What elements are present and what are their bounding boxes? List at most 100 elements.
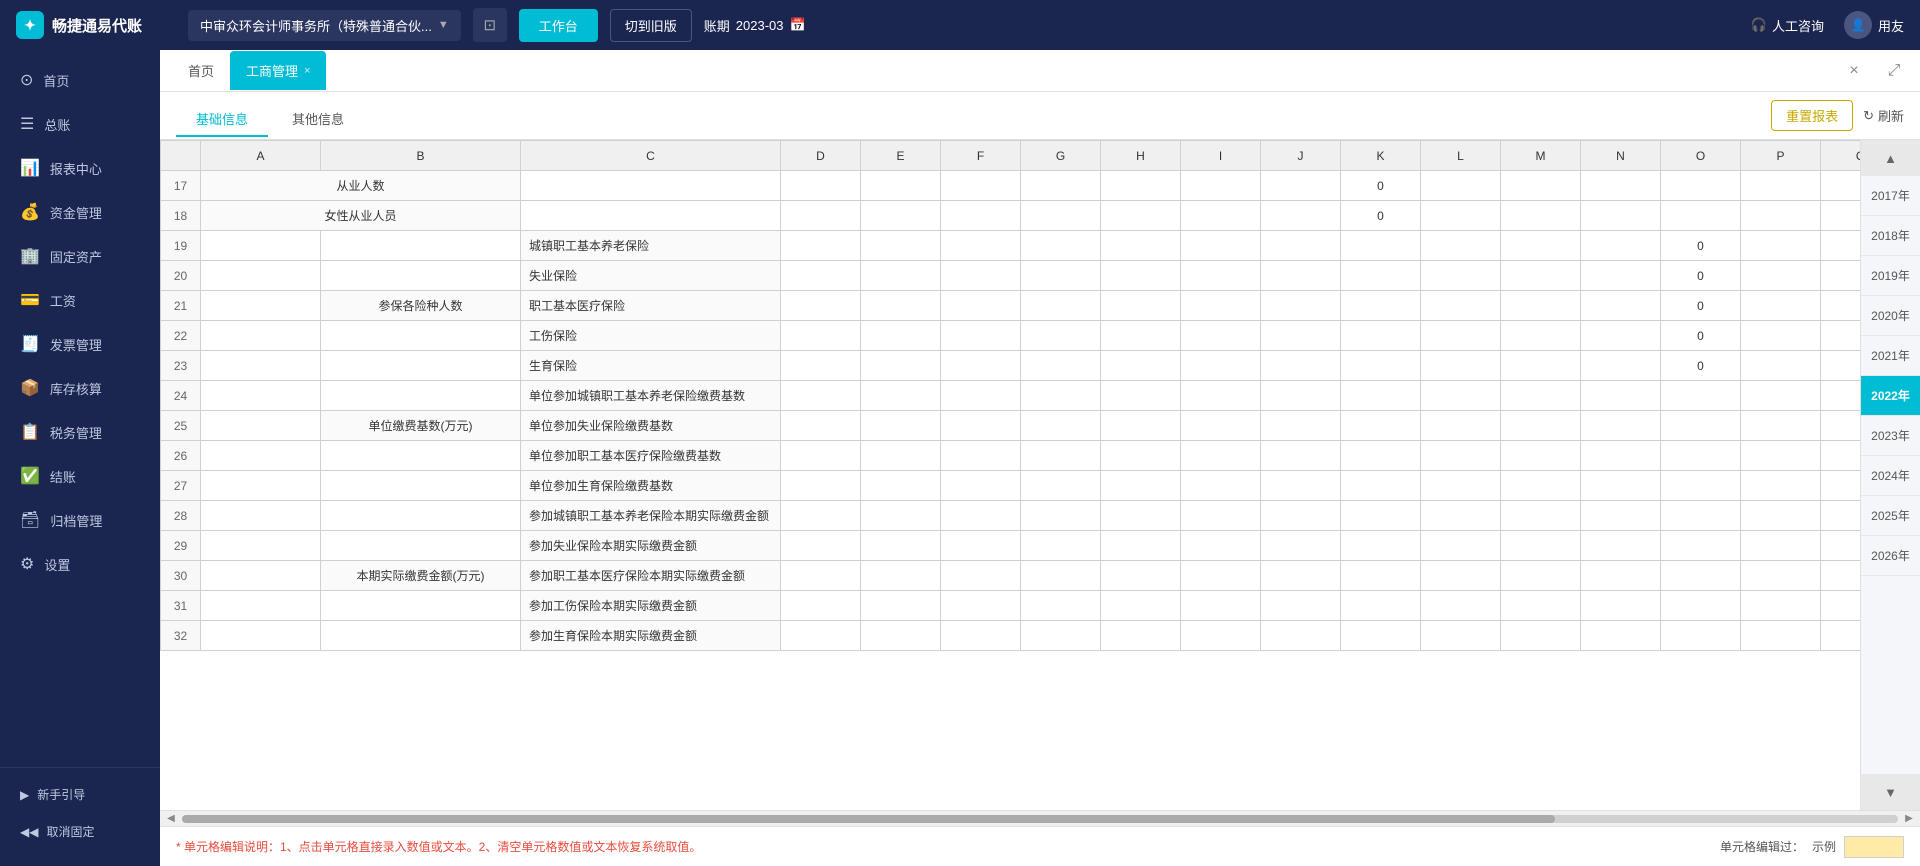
cell-24-m[interactable] (1501, 381, 1581, 411)
cell-21-c[interactable]: 职工基本医疗保险 (521, 291, 781, 321)
cell-18-d[interactable] (781, 201, 861, 231)
cell-28-i[interactable] (1181, 501, 1261, 531)
cell-27-d[interactable] (781, 471, 861, 501)
cell-31-m[interactable] (1501, 591, 1581, 621)
cell-18-m[interactable] (1501, 201, 1581, 231)
cell-17-h[interactable] (1101, 171, 1181, 201)
cell-28-d[interactable] (781, 501, 861, 531)
sidebar-item-settings[interactable]: ⚙ 设置 (0, 542, 160, 586)
cell-28-n[interactable] (1581, 501, 1661, 531)
cell-25-m[interactable] (1501, 411, 1581, 441)
cell-29-j[interactable] (1261, 531, 1341, 561)
cell-25-q[interactable] (1821, 411, 1861, 441)
cell-32-h[interactable] (1101, 621, 1181, 651)
cell-32-c[interactable]: 参加生育保险本期实际缴费金额 (521, 621, 781, 651)
cell-18-n[interactable] (1581, 201, 1661, 231)
inner-tab-other-info[interactable]: 其他信息 (272, 102, 364, 137)
cell-18-c[interactable] (521, 201, 781, 231)
year-panel-down[interactable]: ▼ (1861, 774, 1920, 810)
cell-30-i[interactable] (1181, 561, 1261, 591)
tab-commerce-close[interactable]: × (304, 65, 310, 77)
cell-19-c[interactable]: 城镇职工基本养老保险 (521, 231, 781, 261)
cell-25-d[interactable] (781, 411, 861, 441)
cell-29-a[interactable] (201, 531, 321, 561)
cell-18-h[interactable] (1101, 201, 1181, 231)
cell-30-k[interactable] (1341, 561, 1421, 591)
cell-25-n[interactable] (1581, 411, 1661, 441)
cell-19-d[interactable] (781, 231, 861, 261)
refresh-button[interactable]: ↻ 刷新 (1863, 106, 1904, 125)
cell-29-k[interactable] (1341, 531, 1421, 561)
cell-32-b[interactable] (321, 621, 521, 651)
workbench-button[interactable]: 工作台 (519, 9, 598, 42)
cell-21-q[interactable] (1821, 291, 1861, 321)
year-item-2021[interactable]: 2021年 (1861, 336, 1920, 376)
cell-28-j[interactable] (1261, 501, 1341, 531)
cell-24-f[interactable] (941, 381, 1021, 411)
cell-28-k[interactable] (1341, 501, 1421, 531)
cell-25-j[interactable] (1261, 411, 1341, 441)
cell-19-p[interactable] (1741, 231, 1821, 261)
cell-32-d[interactable] (781, 621, 861, 651)
cell-30-j[interactable] (1261, 561, 1341, 591)
cell-20-e[interactable] (861, 261, 941, 291)
cell-32-l[interactable] (1421, 621, 1501, 651)
cell-19-e[interactable] (861, 231, 941, 261)
cell-24-o[interactable] (1661, 381, 1741, 411)
cell-20-n[interactable] (1581, 261, 1661, 291)
cell-31-a[interactable] (201, 591, 321, 621)
cell-23-o[interactable]: 0 (1661, 351, 1741, 381)
cell-29-f[interactable] (941, 531, 1021, 561)
cell-20-j[interactable] (1261, 261, 1341, 291)
year-panel-up[interactable]: ▲ (1861, 140, 1920, 176)
cell-27-m[interactable] (1501, 471, 1581, 501)
cell-17-g[interactable] (1021, 171, 1101, 201)
cell-19-b[interactable] (321, 231, 521, 261)
cell-26-o[interactable] (1661, 441, 1741, 471)
cell-30-g[interactable] (1021, 561, 1101, 591)
cell-25-l[interactable] (1421, 411, 1501, 441)
cell-23-h[interactable] (1101, 351, 1181, 381)
cell-31-j[interactable] (1261, 591, 1341, 621)
cell-30-f[interactable] (941, 561, 1021, 591)
cell-19-f[interactable] (941, 231, 1021, 261)
cell-21-i[interactable] (1181, 291, 1261, 321)
sidebar-item-inventory[interactable]: 📦 库存核算 (0, 366, 160, 410)
cell-31-c[interactable]: 参加工伤保险本期实际缴费金额 (521, 591, 781, 621)
cell-24-e[interactable] (861, 381, 941, 411)
cell-21-p[interactable] (1741, 291, 1821, 321)
cell-27-h[interactable] (1101, 471, 1181, 501)
cell-30-c[interactable]: 参加职工基本医疗保险本期实际缴费金额 (521, 561, 781, 591)
inner-tab-basic-info[interactable]: 基础信息 (176, 102, 268, 137)
cell-24-b[interactable] (321, 381, 521, 411)
cell-17-d[interactable] (781, 171, 861, 201)
cell-31-p[interactable] (1741, 591, 1821, 621)
cell-20-p[interactable] (1741, 261, 1821, 291)
cell-23-g[interactable] (1021, 351, 1101, 381)
cell-23-d[interactable] (781, 351, 861, 381)
cell-25-p[interactable] (1741, 411, 1821, 441)
cell-22-n[interactable] (1581, 321, 1661, 351)
sidebar-item-tax[interactable]: 📋 税务管理 (0, 410, 160, 454)
sidebar-item-payroll[interactable]: 💳 工资 (0, 278, 160, 322)
cell-28-l[interactable] (1421, 501, 1501, 531)
cell-24-k[interactable] (1341, 381, 1421, 411)
cell-23-f[interactable] (941, 351, 1021, 381)
cell-25-h[interactable] (1101, 411, 1181, 441)
cell-26-n[interactable] (1581, 441, 1661, 471)
cell-31-d[interactable] (781, 591, 861, 621)
cell-21-n[interactable] (1581, 291, 1661, 321)
cell-18-a[interactable]: 女性从业人员 (201, 201, 521, 231)
cell-31-i[interactable] (1181, 591, 1261, 621)
year-item-2020[interactable]: 2020年 (1861, 296, 1920, 336)
cell-20-k[interactable] (1341, 261, 1421, 291)
cell-18-q[interactable] (1821, 201, 1861, 231)
cell-22-f[interactable] (941, 321, 1021, 351)
cell-26-l[interactable] (1421, 441, 1501, 471)
cell-19-i[interactable] (1181, 231, 1261, 261)
year-item-2025[interactable]: 2025年 (1861, 496, 1920, 536)
cell-23-l[interactable] (1421, 351, 1501, 381)
cell-17-e[interactable] (861, 171, 941, 201)
cell-31-l[interactable] (1421, 591, 1501, 621)
cell-24-d[interactable] (781, 381, 861, 411)
